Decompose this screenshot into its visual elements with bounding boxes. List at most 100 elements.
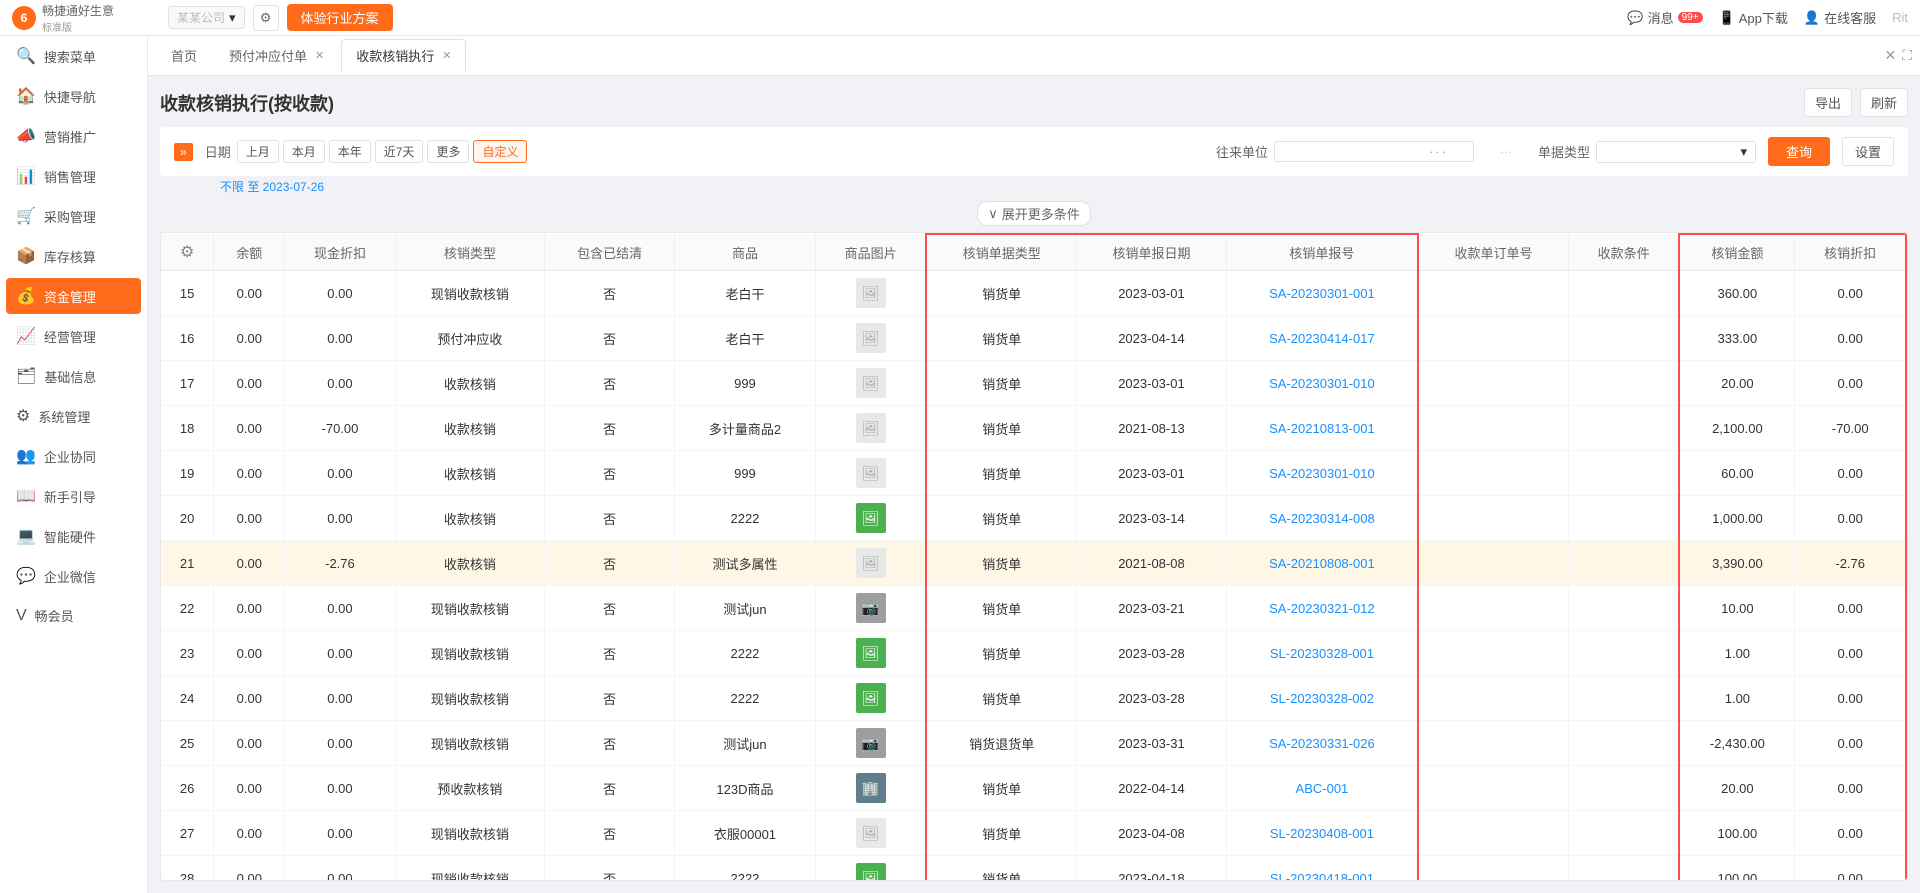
cell-verify-doc-no[interactable]: SA-20230301-010 xyxy=(1226,361,1418,406)
verify-doc-link[interactable]: SA-20230414-017 xyxy=(1269,331,1375,346)
gear-button[interactable]: ⚙ xyxy=(253,5,279,31)
row-id: 24 xyxy=(161,676,214,721)
tab-receipt[interactable]: 收款核销执行 ✕ xyxy=(341,39,466,72)
tab-prepay[interactable]: 预付冲应付单 ✕ xyxy=(214,39,339,72)
date-more[interactable]: 更多 xyxy=(427,140,469,163)
user-area[interactable]: Rit xyxy=(1892,10,1908,25)
maximize-window-button[interactable]: ⛶ xyxy=(1902,47,1912,64)
type-select[interactable]: ▾ xyxy=(1596,141,1756,163)
sidebar-item-guide[interactable]: 📖 新手引导 xyxy=(0,476,147,516)
tab-receipt-close[interactable]: ✕ xyxy=(442,49,451,62)
verify-doc-link[interactable]: SL-20230408-001 xyxy=(1270,826,1374,841)
app-download-button[interactable]: 📱 App下载 xyxy=(1719,8,1788,27)
close-window-button[interactable]: ✕ xyxy=(1884,47,1896,64)
company-selector[interactable]: 某某公司 ▾ xyxy=(168,6,245,29)
cell-verify-doc-no[interactable]: SA-20230301-001 xyxy=(1226,271,1418,316)
cell-cash-discount: 0.00 xyxy=(285,721,395,766)
online-service-button[interactable]: 👤 在线客服 xyxy=(1804,8,1876,27)
date-this-month[interactable]: 本月 xyxy=(283,140,325,163)
sidebar-item-wechat[interactable]: 💬 企业微信 xyxy=(0,556,147,596)
verify-doc-link[interactable]: SA-20230301-001 xyxy=(1269,286,1375,301)
cell-verify-doc-no[interactable]: SA-20230331-026 xyxy=(1226,721,1418,766)
sidebar-item-purchase[interactable]: 🛒 采购管理 xyxy=(0,196,147,236)
table-row: 160.000.00预付冲应收否老白干🖼销货单2023-04-14SA-2023… xyxy=(161,316,1906,361)
cell-cash-discount: 0.00 xyxy=(285,811,395,856)
settings-button[interactable]: 设置 xyxy=(1842,137,1894,166)
type-filter: 单据类型 ▾ xyxy=(1538,141,1756,163)
refresh-button[interactable]: 刷新 xyxy=(1860,88,1908,117)
cell-cash-discount: 0.00 xyxy=(285,361,395,406)
cell-include-settled: 否 xyxy=(545,496,675,541)
date-custom[interactable]: 自定义 xyxy=(473,140,527,163)
sidebar-item-operations[interactable]: 📈 经营管理 xyxy=(0,316,147,356)
date-last-month[interactable]: 上月 xyxy=(237,140,279,163)
cell-verify-doc-no[interactable]: SA-20210808-001 xyxy=(1226,541,1418,586)
expand-icon: ∨ xyxy=(988,206,998,222)
sidebar-item-search[interactable]: 🔍 搜索菜单 xyxy=(0,36,147,76)
cell-verify-doc-no[interactable]: SA-20230301-010 xyxy=(1226,451,1418,496)
sidebar-item-quicknav[interactable]: 🏠 快捷导航 xyxy=(0,76,147,116)
cell-verify-doc-no[interactable]: ABC-001 xyxy=(1226,766,1418,811)
col-header-balance: 余额 xyxy=(214,234,285,271)
verify-doc-link[interactable]: SA-20230301-010 xyxy=(1269,376,1375,391)
col-header-settings[interactable]: ⚙ xyxy=(161,234,214,271)
verify-doc-link[interactable]: SA-20230321-012 xyxy=(1269,601,1375,616)
cell-verify-doc-date: 2023-04-08 xyxy=(1077,811,1227,856)
verify-doc-link[interactable]: SA-20230314-008 xyxy=(1269,511,1375,526)
verify-doc-link[interactable]: SA-20210813-001 xyxy=(1269,421,1375,436)
cell-verify-doc-date: 2023-03-21 xyxy=(1077,586,1227,631)
sidebar-item-member[interactable]: V 畅会员 xyxy=(0,596,147,635)
message-button[interactable]: 💬 消息 99+ xyxy=(1627,8,1702,27)
cell-verify-doc-no[interactable]: SA-20230314-008 xyxy=(1226,496,1418,541)
date-this-year[interactable]: 本年 xyxy=(329,140,371,163)
cell-receipt-condition xyxy=(1568,541,1679,586)
export-button[interactable]: 导出 xyxy=(1804,88,1852,117)
cell-receipt-condition xyxy=(1568,586,1679,631)
logo-area: 6 畅捷通好生意 标准版 xyxy=(12,2,160,34)
sidebar-item-marketing[interactable]: 📣 营销推广 xyxy=(0,116,147,156)
sidebar-item-collab[interactable]: 👥 企业协同 xyxy=(0,436,147,476)
cell-verify-type: 现销收款核销 xyxy=(395,811,545,856)
cell-balance: 0.00 xyxy=(214,316,285,361)
cell-verify-doc-no[interactable]: SL-20230408-001 xyxy=(1226,811,1418,856)
sidebar-item-system[interactable]: ⚙ 系统管理 xyxy=(0,396,147,436)
cell-balance: 0.00 xyxy=(214,541,285,586)
query-button[interactable]: 查询 xyxy=(1768,137,1830,166)
trial-button[interactable]: 体验行业方案 xyxy=(287,4,393,31)
sidebar-item-inventory[interactable]: 📦 库存核算 xyxy=(0,236,147,276)
sidebar-item-finance[interactable]: 💰 资金管理 xyxy=(6,278,141,314)
verify-doc-link[interactable]: SA-20210808-001 xyxy=(1269,556,1375,571)
verify-doc-link[interactable]: ABC-001 xyxy=(1296,781,1349,796)
cell-verify-doc-no[interactable]: SA-20210813-001 xyxy=(1226,406,1418,451)
verify-doc-link[interactable]: SA-20230301-010 xyxy=(1269,466,1375,481)
expand-button[interactable]: ∨ 展开更多条件 xyxy=(977,201,1091,226)
cell-verify-type: 收款核销 xyxy=(395,451,545,496)
cell-verify-doc-no[interactable]: SL-20230328-001 xyxy=(1226,631,1418,676)
verify-doc-link[interactable]: SL-20230328-002 xyxy=(1270,691,1374,706)
verify-doc-link[interactable]: SL-20230328-001 xyxy=(1270,646,1374,661)
partner-input[interactable] xyxy=(1283,144,1423,159)
date-7days[interactable]: 近7天 xyxy=(375,140,424,163)
cell-verify-doc-no[interactable]: SL-20230418-001 xyxy=(1226,856,1418,882)
sidebar-item-sales[interactable]: 📊 销售管理 xyxy=(0,156,147,196)
collab-icon: 👥 xyxy=(16,446,36,466)
sidebar-item-hardware[interactable]: 💻 智能硬件 xyxy=(0,516,147,556)
cell-verify-doc-no[interactable]: SL-20230328-002 xyxy=(1226,676,1418,721)
type-label: 单据类型 xyxy=(1538,142,1590,161)
cell-goods-img: 🖼 xyxy=(815,316,926,361)
filter-collapse-btn[interactable]: » xyxy=(174,143,193,161)
cell-receipt-condition xyxy=(1568,406,1679,451)
tab-home[interactable]: 首页 xyxy=(156,39,212,72)
cell-cash-discount: -2.76 xyxy=(285,541,395,586)
sidebar-item-label: 系统管理 xyxy=(38,407,90,426)
cell-verify-doc-no[interactable]: SA-20230414-017 xyxy=(1226,316,1418,361)
cell-include-settled: 否 xyxy=(545,541,675,586)
table-row: 190.000.00收款核销否999🖼销货单2023-03-01SA-20230… xyxy=(161,451,1906,496)
cell-receipt-order-no xyxy=(1418,406,1568,451)
verify-doc-link[interactable]: SL-20230418-001 xyxy=(1270,871,1374,882)
tab-prepay-close[interactable]: ✕ xyxy=(315,49,324,62)
verify-doc-link[interactable]: SA-20230331-026 xyxy=(1269,736,1375,751)
cell-verify-doc-no[interactable]: SA-20230321-012 xyxy=(1226,586,1418,631)
column-settings-icon[interactable]: ⚙ xyxy=(180,244,194,261)
sidebar-item-basic[interactable]: 🗂 基础信息 xyxy=(0,356,147,396)
